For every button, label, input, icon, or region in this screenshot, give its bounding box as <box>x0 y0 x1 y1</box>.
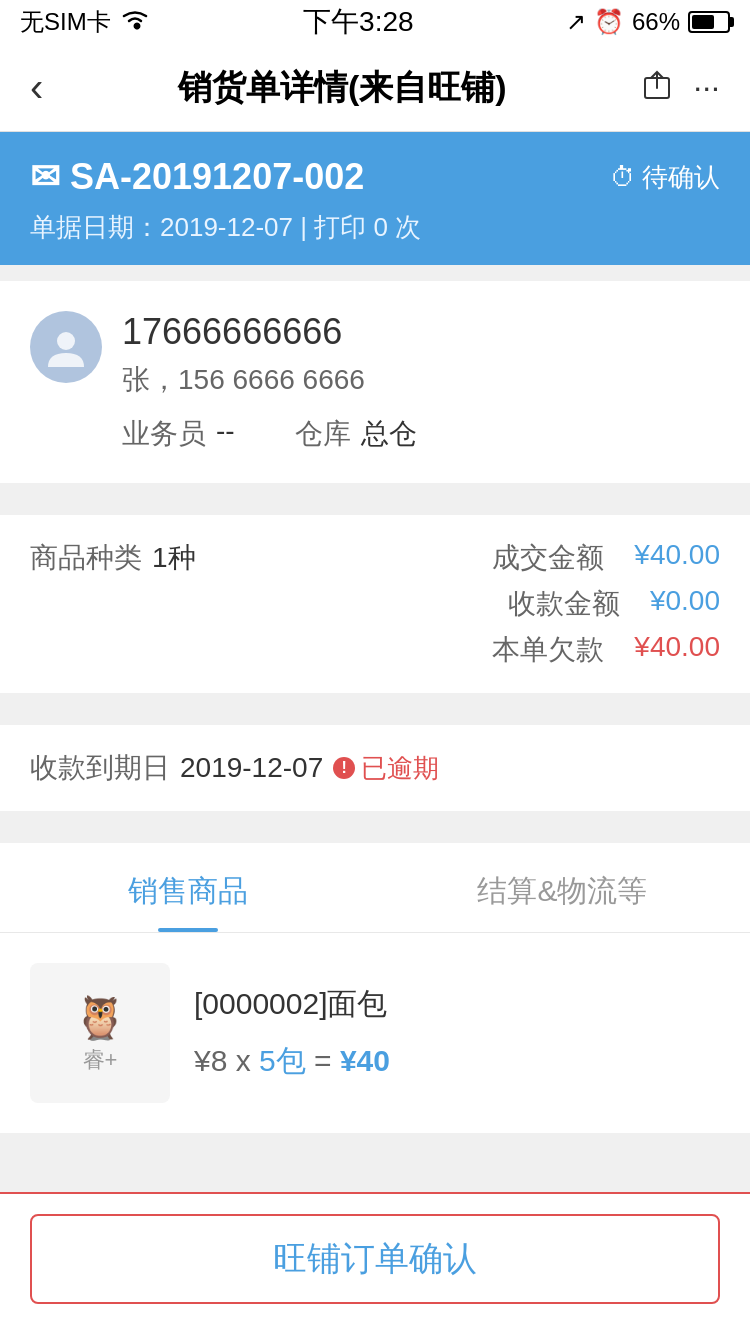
product-unit-price: ¥8 <box>194 1044 227 1077</box>
transaction-row: 成交金额 ¥40.00 <box>492 539 720 577</box>
customer-phone: 17666666666 <box>122 311 720 353</box>
battery-icon <box>688 11 730 33</box>
payment-row: 收款金额 ¥0.00 <box>508 585 720 623</box>
tabs-section: 销售商品 结算&物流等 <box>0 843 750 933</box>
due-date-value: 2019-12-07 <box>180 752 323 784</box>
category-count: 1种 <box>152 539 196 577</box>
payment-label: 收款金额 <box>508 585 620 623</box>
customer-section: 17666666666 张，156 6666 6666 业务员 -- 仓库 总仓 <box>0 281 750 483</box>
nav-bar: ‹ 销货单详情(来自旺铺) ··· <box>0 44 750 132</box>
product-thumbnail: 🦉 睿+ <box>30 963 170 1103</box>
due-date-label: 收款到期日 <box>30 749 170 787</box>
category-label: 商品种类 <box>30 539 142 577</box>
due-date-section: 收款到期日 2019-12-07 ! 已逾期 <box>0 725 750 811</box>
due-amount-value: ¥40.00 <box>634 631 720 669</box>
transaction-label: 成交金额 <box>492 539 604 577</box>
overdue-text: 已逾期 <box>361 751 439 786</box>
tab-sales-products[interactable]: 销售商品 <box>0 843 375 932</box>
salesperson-field: 业务员 -- <box>122 415 235 453</box>
product-info: [0000002]面包 ¥8 x 5包 = ¥40 <box>194 984 720 1082</box>
order-status: ⏱ 待确认 <box>610 160 720 195</box>
product-logo: 🦉 睿+ <box>74 993 126 1074</box>
location-icon: ↗ <box>566 8 586 36</box>
overdue-dot-icon: ! <box>333 757 355 779</box>
overdue-badge: ! 已逾期 <box>333 751 439 786</box>
customer-name: 张，156 6666 6666 <box>122 361 720 399</box>
stats-section: 商品种类 1种 成交金额 ¥40.00 收款金额 ¥0.00 本单欠款 ¥40.… <box>0 515 750 693</box>
salesperson-value: -- <box>216 415 235 453</box>
divider-4 <box>0 827 750 843</box>
share-icon[interactable] <box>641 68 673 108</box>
tab-settlement[interactable]: 结算&物流等 <box>375 843 750 932</box>
salesperson-label: 业务员 <box>122 415 206 453</box>
divider-1 <box>0 265 750 281</box>
carrier-text: 无SIM卡 <box>20 6 111 38</box>
more-icon[interactable]: ··· <box>693 69 720 106</box>
battery-percent: 66% <box>632 8 680 36</box>
confirm-order-button[interactable]: 旺铺订单确认 <box>30 1214 720 1304</box>
status-left: 无SIM卡 <box>20 6 151 38</box>
due-amount-row: 本单欠款 ¥40.00 <box>492 631 720 669</box>
back-button[interactable]: ‹ <box>30 65 43 110</box>
alarm-icon: ⏰ <box>594 8 624 36</box>
customer-info: 17666666666 张，156 6666 6666 业务员 -- 仓库 总仓 <box>122 311 720 453</box>
bottom-bar: 旺铺订单确认 <box>0 1192 750 1334</box>
stats-left: 商品种类 1种 <box>30 539 492 577</box>
product-price-row: ¥8 x 5包 = ¥40 <box>194 1041 720 1082</box>
status-right: ↗ ⏰ 66% <box>566 8 730 36</box>
warehouse-field: 仓库 总仓 <box>295 415 417 453</box>
nav-right: ··· <box>641 68 720 108</box>
payment-value: ¥0.00 <box>650 585 720 623</box>
order-header: ✉ SA-20191207-002 ⏱ 待确认 单据日期：2019-12-07 … <box>0 132 750 265</box>
order-icon: ✉ <box>30 156 60 198</box>
order-date: 单据日期：2019-12-07 | 打印 0 次 <box>30 210 720 245</box>
divider-3 <box>0 709 750 725</box>
nav-left: ‹ <box>30 65 43 110</box>
product-name: [0000002]面包 <box>194 984 720 1025</box>
product-total: ¥40 <box>340 1044 390 1077</box>
svg-point-1 <box>57 332 75 350</box>
warehouse-value: 总仓 <box>361 415 417 453</box>
avatar <box>30 311 102 383</box>
wifi-icon <box>119 8 151 36</box>
page-title: 销货单详情(来自旺铺) <box>178 65 507 111</box>
customer-meta: 业务员 -- 仓库 总仓 <box>122 415 720 453</box>
status-clock-icon: ⏱ <box>610 162 636 193</box>
divider-2 <box>0 499 750 515</box>
product-section: 🦉 睿+ [0000002]面包 ¥8 x 5包 = ¥40 <box>0 933 750 1133</box>
stats-right: 成交金额 ¥40.00 收款金额 ¥0.00 本单欠款 ¥40.00 <box>492 539 720 669</box>
product-qty: 5包 <box>259 1044 306 1077</box>
order-id: ✉ SA-20191207-002 <box>30 156 364 198</box>
due-amount-label: 本单欠款 <box>492 631 604 669</box>
warehouse-label: 仓库 <box>295 415 351 453</box>
status-time: 下午3:28 <box>303 3 414 41</box>
transaction-value: ¥40.00 <box>634 539 720 577</box>
status-bar: 无SIM卡 下午3:28 ↗ ⏰ 66% <box>0 0 750 44</box>
